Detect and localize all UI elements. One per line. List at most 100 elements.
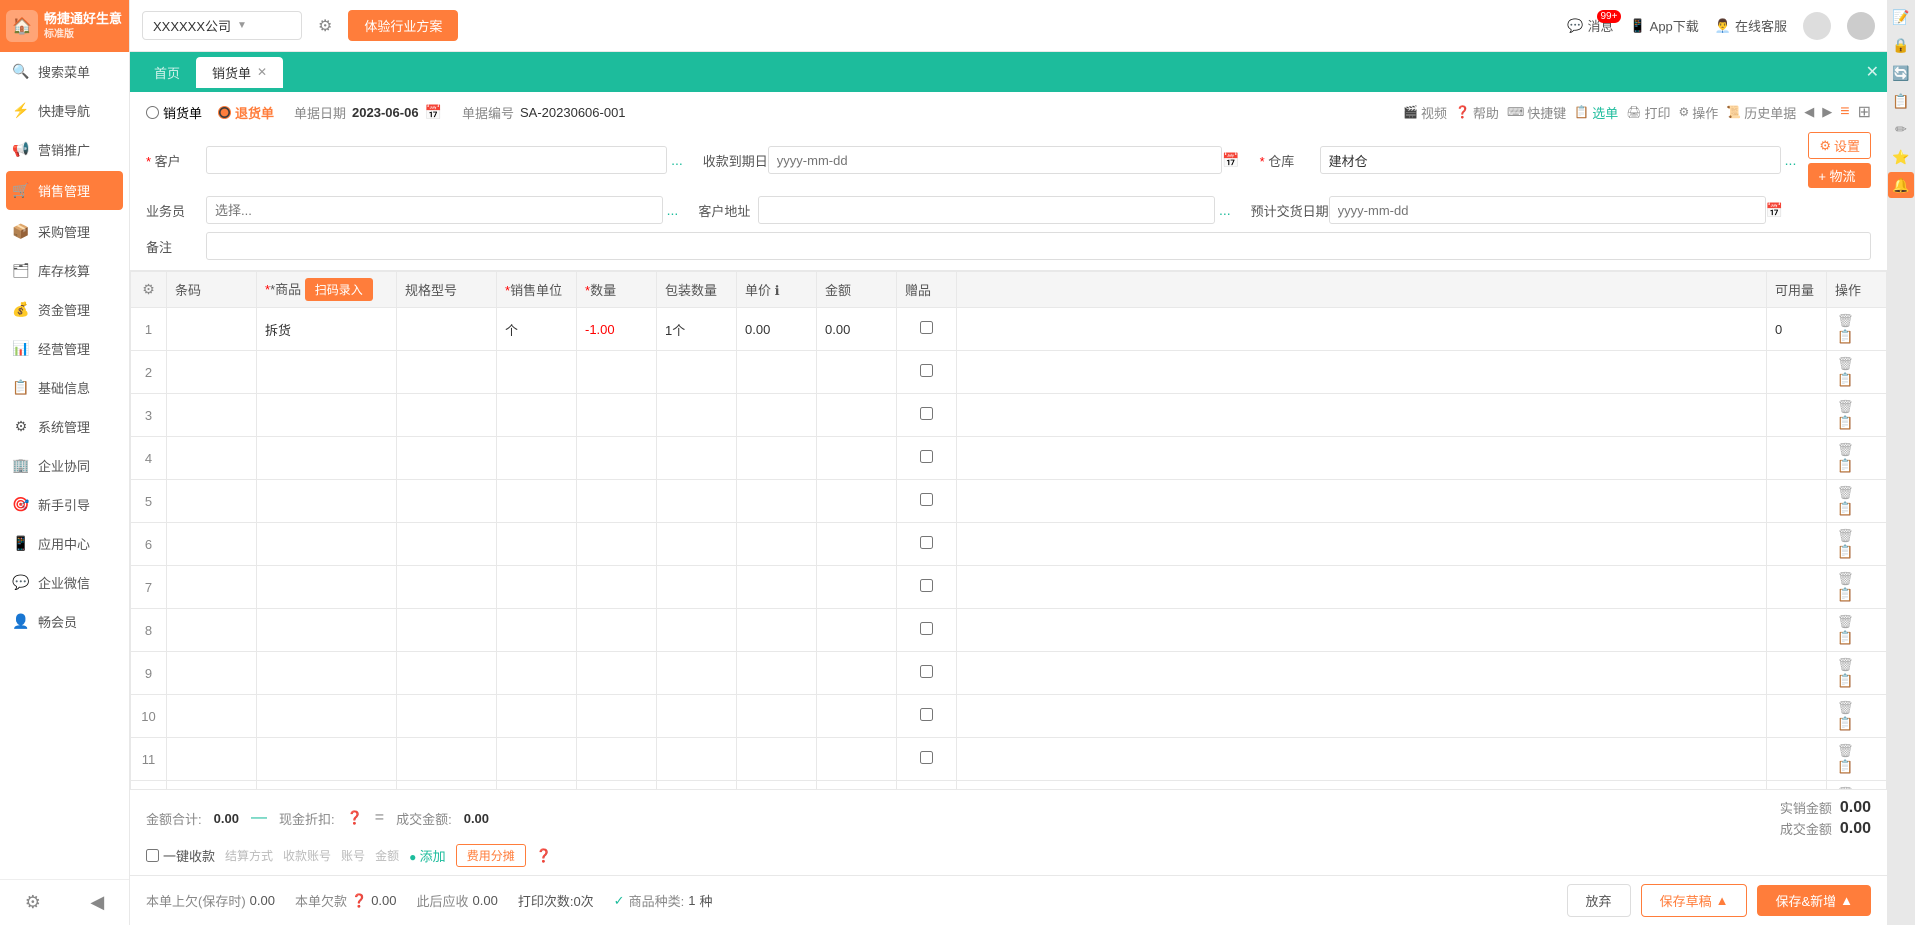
shortcut-link[interactable]: ⌨ 快捷键: [1507, 103, 1566, 122]
current-owe2-help-icon[interactable]: ❓: [351, 893, 367, 909]
trial-button[interactable]: 体验行业方案: [348, 10, 458, 41]
payment-checkbox-label[interactable]: 一键收款: [146, 846, 215, 865]
row-copy-icon[interactable]: 📋: [1837, 716, 1853, 731]
row-copy-icon[interactable]: 📋: [1837, 630, 1853, 645]
row-copy-icon[interactable]: 📋: [1837, 372, 1853, 387]
th-settings[interactable]: ⚙: [131, 272, 167, 308]
salesperson-dots-btn[interactable]: ...: [667, 202, 679, 218]
sidebar-item-basic[interactable]: 📋 基础信息: [0, 368, 129, 407]
expected-date-input[interactable]: [1329, 196, 1766, 224]
user-avatar2[interactable]: [1847, 12, 1875, 40]
expense-split-btn[interactable]: 费用分摊: [456, 844, 526, 867]
customer-dots-btn[interactable]: ...: [671, 152, 683, 168]
sidebar-item-finance[interactable]: 💰 资金管理: [0, 290, 129, 329]
right-panel-icon-3[interactable]: 🔄: [1888, 60, 1914, 86]
grid-view-icon[interactable]: ⊞: [1858, 102, 1871, 122]
row-delete-icon[interactable]: 🗑: [1837, 356, 1854, 371]
tab-sales-order[interactable]: 销货单 ✕: [196, 57, 283, 88]
settings-btn[interactable]: ⚙ 设置: [1808, 132, 1871, 159]
row-copy-icon[interactable]: 📋: [1837, 759, 1853, 774]
payment-checkbox[interactable]: [146, 849, 159, 862]
row-copy-icon[interactable]: 📋: [1837, 544, 1853, 559]
cash-discount-help-icon[interactable]: ❓: [347, 810, 363, 826]
company-selector[interactable]: XXXXXX公司 ▼: [142, 11, 302, 40]
print-link[interactable]: 🖨 打印: [1626, 103, 1670, 122]
row-delete-icon[interactable]: 🗑: [1837, 313, 1854, 328]
save-dropdown-icon[interactable]: ▲: [1840, 893, 1853, 908]
discard-button[interactable]: 放弃: [1567, 884, 1631, 917]
radio-return-order[interactable]: 退货单: [218, 103, 274, 122]
video-link[interactable]: 🎬 视频: [1403, 103, 1447, 122]
flow-btn[interactable]: + 物流: [1808, 163, 1871, 188]
sidebar-item-wechat[interactable]: 💬 企业微信: [0, 563, 129, 602]
settings-gear-icon[interactable]: ⚙: [314, 12, 336, 40]
right-panel-icon-7[interactable]: 🔔: [1888, 172, 1914, 198]
row-copy-icon[interactable]: 📋: [1837, 329, 1853, 344]
next-icon[interactable]: ▶: [1822, 104, 1832, 120]
sidebar-settings-btn[interactable]: ⚙: [17, 888, 49, 917]
sidebar-item-purchase[interactable]: 📦 采购管理: [0, 212, 129, 251]
row-delete-icon[interactable]: 🗑: [1837, 614, 1854, 629]
operate-link[interactable]: ⚙ 操作: [1679, 103, 1719, 122]
close-all-tabs-icon[interactable]: ✕: [1866, 62, 1879, 82]
row-copy-icon[interactable]: 📋: [1837, 673, 1853, 688]
sidebar-item-operations[interactable]: 📊 经营管理: [0, 329, 129, 368]
row-delete-icon[interactable]: 🗑: [1837, 743, 1854, 758]
right-panel-icon-2[interactable]: 🔒: [1888, 32, 1914, 58]
tab-home[interactable]: 首页: [138, 57, 196, 88]
sidebar-item-system[interactable]: ⚙ 系统管理: [0, 407, 129, 446]
sidebar-item-enterprise[interactable]: 🏢 企业协同: [0, 446, 129, 485]
customer-addr-dots-btn[interactable]: ...: [1219, 202, 1231, 218]
sidebar-item-sales[interactable]: 🛒 销售管理: [6, 171, 123, 210]
date-calendar-icon[interactable]: 📅: [425, 104, 442, 121]
right-panel-icon-6[interactable]: ⭐: [1888, 144, 1914, 170]
prev-icon[interactable]: ◀: [1804, 104, 1814, 120]
row-delete-icon[interactable]: 🗑: [1837, 399, 1854, 414]
scan-barcode-btn[interactable]: 扫码录入: [305, 278, 373, 301]
customer-addr-input[interactable]: [758, 196, 1215, 224]
row-copy-icon[interactable]: 📋: [1837, 501, 1853, 516]
user-avatar[interactable]: [1803, 12, 1831, 40]
row-copy-icon[interactable]: 📋: [1837, 415, 1853, 430]
row-delete-icon[interactable]: 🗑: [1837, 657, 1854, 672]
save-draft-button[interactable]: 保存草稿 ▲: [1641, 884, 1748, 917]
payment-due-input[interactable]: [768, 146, 1222, 174]
notes-input[interactable]: [206, 232, 1871, 260]
salesperson-input[interactable]: [206, 196, 663, 224]
sidebar-item-member[interactable]: 👤 畅会员: [0, 602, 129, 641]
history-link[interactable]: 📜 历史单据: [1726, 103, 1796, 122]
right-panel-icon-4[interactable]: 📋: [1888, 88, 1914, 114]
payment-due-calendar-icon[interactable]: 📅: [1222, 152, 1239, 169]
tab-close-icon[interactable]: ✕: [257, 65, 267, 79]
message-btn[interactable]: 💬 消息 99+: [1567, 16, 1613, 35]
radio-sales-order[interactable]: 销货单: [146, 103, 202, 122]
customer-input[interactable]: [206, 146, 667, 174]
sidebar-item-quick-nav[interactable]: ⚡ 快捷导航: [0, 91, 129, 130]
online-service-btn[interactable]: 👨‍💼 在线客服: [1715, 16, 1787, 35]
sidebar-collapse-btn[interactable]: ◀: [82, 888, 112, 917]
save-new-button[interactable]: 保存&新增 ▲: [1757, 885, 1871, 916]
row-copy-icon[interactable]: 📋: [1837, 587, 1853, 602]
expected-date-calendar-icon[interactable]: 📅: [1766, 202, 1783, 219]
row-delete-icon[interactable]: 🗑: [1837, 528, 1854, 543]
right-panel-icon-1[interactable]: 📝: [1888, 4, 1914, 30]
sidebar-item-guide[interactable]: 🎯 新手引导: [0, 485, 129, 524]
row-delete-icon[interactable]: 🗑: [1837, 700, 1854, 715]
sidebar-item-apps[interactable]: 📱 应用中心: [0, 524, 129, 563]
row-copy-icon[interactable]: 📋: [1837, 458, 1853, 473]
warehouse-dots-btn[interactable]: ...: [1785, 152, 1797, 168]
add-payment-btn[interactable]: ● 添加: [409, 846, 446, 865]
table-scroll[interactable]: ⚙ 条码 **商品 扫码录入 规格型号 *销售单位 *数量 包装数量 单价 ℹ: [130, 271, 1887, 789]
warehouse-input[interactable]: [1320, 146, 1781, 174]
sidebar-item-search[interactable]: 🔍 搜索菜单: [0, 52, 129, 91]
list-view-icon[interactable]: ≡: [1840, 103, 1849, 121]
sidebar-item-inventory[interactable]: 🗂 库存核算: [0, 251, 129, 290]
row-delete-icon[interactable]: 🗑: [1837, 485, 1854, 500]
sidebar-item-marketing[interactable]: 📢 营销推广: [0, 130, 129, 169]
row-delete-icon[interactable]: 🗑: [1837, 442, 1854, 457]
row-delete-icon[interactable]: 🗑: [1837, 571, 1854, 586]
right-panel-icon-5[interactable]: ✏: [1888, 116, 1914, 142]
draft-dropdown-icon[interactable]: ▲: [1716, 893, 1729, 908]
help-link[interactable]: ❓ 帮助: [1455, 103, 1499, 122]
expense-help-icon[interactable]: ❓: [536, 848, 552, 864]
